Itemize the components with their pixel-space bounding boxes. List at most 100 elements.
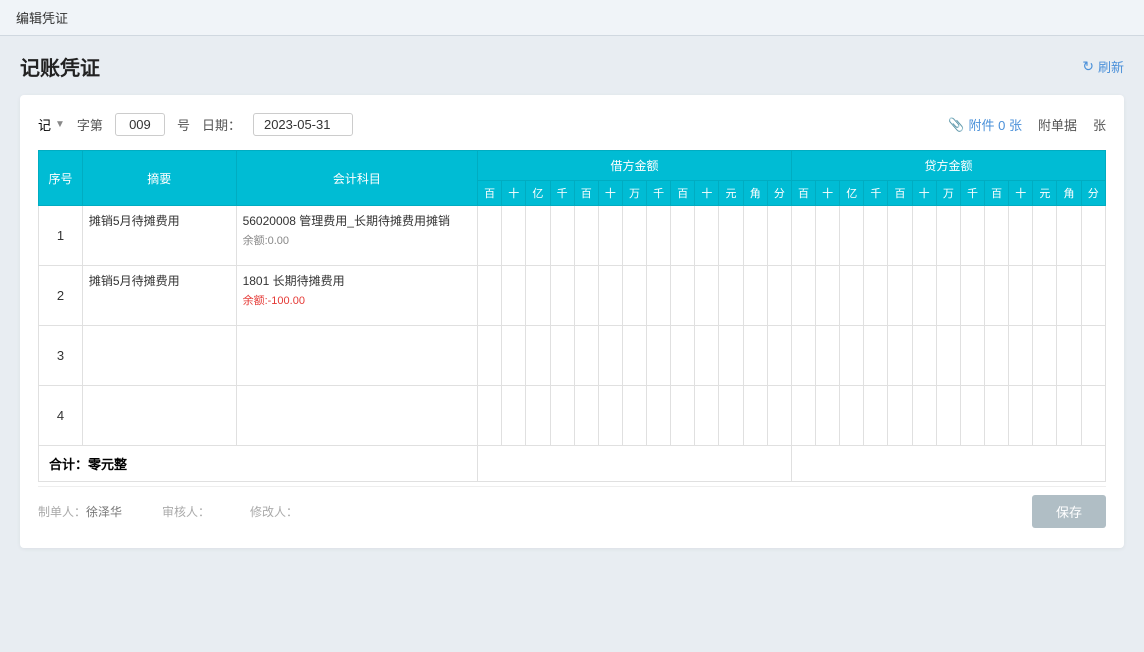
debit-cell-0[interactable] — [478, 266, 502, 326]
debit-cell-10[interactable] — [719, 266, 743, 326]
credit-cell-4[interactable] — [888, 266, 912, 326]
debit-cell-5[interactable] — [598, 386, 622, 446]
credit-cell-11[interactable] — [1057, 386, 1081, 446]
credit-cell-9[interactable] — [1009, 326, 1033, 386]
credit-cell-6[interactable] — [936, 326, 960, 386]
table-row[interactable]: 4 — [39, 386, 1106, 446]
credit-cell-10[interactable] — [1033, 206, 1057, 266]
debit-cell-8[interactable] — [671, 206, 695, 266]
debit-cell-3[interactable] — [550, 326, 574, 386]
credit-cell-9[interactable] — [1009, 386, 1033, 446]
credit-cell-5[interactable] — [912, 266, 936, 326]
debit-cell-11[interactable] — [743, 326, 767, 386]
debit-cell-6[interactable] — [622, 206, 646, 266]
debit-cell-7[interactable] — [647, 326, 671, 386]
credit-cell-8[interactable] — [985, 206, 1009, 266]
debit-cell-4[interactable] — [574, 206, 598, 266]
debit-cell-9[interactable] — [695, 266, 719, 326]
credit-cell-2[interactable] — [840, 266, 864, 326]
row-summary[interactable]: 摊销5月待摊费用 — [82, 266, 236, 326]
debit-cell-3[interactable] — [550, 266, 574, 326]
credit-cell-8[interactable] — [985, 266, 1009, 326]
credit-cell-12[interactable] — [1081, 326, 1105, 386]
credit-cell-7[interactable] — [960, 266, 984, 326]
credit-cell-11[interactable] — [1057, 206, 1081, 266]
credit-cell-9[interactable] — [1009, 206, 1033, 266]
debit-cell-4[interactable] — [574, 326, 598, 386]
debit-cell-1[interactable] — [502, 266, 526, 326]
credit-cell-4[interactable] — [888, 206, 912, 266]
credit-cell-7[interactable] — [960, 386, 984, 446]
credit-cell-0[interactable] — [791, 386, 815, 446]
voucher-number-field[interactable]: 009 — [115, 113, 165, 136]
credit-cell-6[interactable] — [936, 386, 960, 446]
type-select[interactable]: 记 ▼ — [38, 115, 65, 134]
credit-cell-12[interactable] — [1081, 386, 1105, 446]
debit-cell-0[interactable] — [478, 206, 502, 266]
debit-cell-12[interactable] — [767, 206, 791, 266]
row-account[interactable] — [236, 386, 478, 446]
credit-cell-7[interactable] — [960, 326, 984, 386]
debit-cell-2[interactable] — [526, 206, 550, 266]
credit-cell-10[interactable] — [1033, 386, 1057, 446]
credit-cell-2[interactable] — [840, 206, 864, 266]
credit-cell-7[interactable] — [960, 206, 984, 266]
debit-cell-2[interactable] — [526, 266, 550, 326]
debit-cell-9[interactable] — [695, 206, 719, 266]
debit-cell-0[interactable] — [478, 326, 502, 386]
debit-cell-1[interactable] — [502, 386, 526, 446]
credit-cell-1[interactable] — [816, 206, 840, 266]
row-account[interactable] — [236, 326, 478, 386]
debit-cell-7[interactable] — [647, 386, 671, 446]
debit-cell-11[interactable] — [743, 266, 767, 326]
debit-cell-5[interactable] — [598, 266, 622, 326]
debit-cell-12[interactable] — [767, 326, 791, 386]
credit-cell-3[interactable] — [864, 206, 888, 266]
debit-cell-6[interactable] — [622, 326, 646, 386]
debit-cell-4[interactable] — [574, 266, 598, 326]
debit-cell-8[interactable] — [671, 266, 695, 326]
debit-cell-11[interactable] — [743, 206, 767, 266]
row-summary[interactable] — [82, 326, 236, 386]
credit-cell-0[interactable] — [791, 206, 815, 266]
credit-cell-2[interactable] — [840, 326, 864, 386]
save-button[interactable]: 保存 — [1032, 495, 1106, 528]
debit-cell-1[interactable] — [502, 206, 526, 266]
credit-cell-0[interactable] — [791, 326, 815, 386]
credit-cell-12[interactable] — [1081, 206, 1105, 266]
row-account[interactable]: 56020008 管理费用_长期待摊费用摊销余额:0.00 — [236, 206, 478, 266]
debit-cell-12[interactable] — [767, 386, 791, 446]
table-row[interactable]: 3 — [39, 326, 1106, 386]
table-row[interactable]: 2摊销5月待摊费用1801 长期待摊费用余额:-100.00 — [39, 266, 1106, 326]
attachment-link[interactable]: 📎 附件 0 张 — [948, 115, 1022, 134]
credit-cell-0[interactable] — [791, 266, 815, 326]
debit-cell-4[interactable] — [574, 386, 598, 446]
debit-cell-1[interactable] — [502, 326, 526, 386]
debit-cell-10[interactable] — [719, 386, 743, 446]
date-field[interactable]: 2023-05-31 — [253, 113, 353, 136]
credit-cell-6[interactable] — [936, 206, 960, 266]
debit-cell-5[interactable] — [598, 206, 622, 266]
debit-cell-2[interactable] — [526, 326, 550, 386]
refresh-button[interactable]: ↻ 刷新 — [1082, 57, 1124, 76]
credit-cell-9[interactable] — [1009, 266, 1033, 326]
credit-cell-1[interactable] — [816, 266, 840, 326]
credit-cell-1[interactable] — [816, 326, 840, 386]
credit-cell-4[interactable] — [888, 326, 912, 386]
row-summary[interactable]: 摊销5月待摊费用 — [82, 206, 236, 266]
debit-cell-7[interactable] — [647, 266, 671, 326]
debit-cell-6[interactable] — [622, 266, 646, 326]
debit-cell-0[interactable] — [478, 386, 502, 446]
credit-cell-3[interactable] — [864, 386, 888, 446]
debit-cell-12[interactable] — [767, 266, 791, 326]
debit-cell-6[interactable] — [622, 386, 646, 446]
credit-cell-11[interactable] — [1057, 266, 1081, 326]
debit-cell-9[interactable] — [695, 386, 719, 446]
credit-cell-12[interactable] — [1081, 266, 1105, 326]
credit-cell-10[interactable] — [1033, 326, 1057, 386]
credit-cell-2[interactable] — [840, 386, 864, 446]
credit-cell-3[interactable] — [864, 266, 888, 326]
credit-cell-11[interactable] — [1057, 326, 1081, 386]
debit-cell-10[interactable] — [719, 206, 743, 266]
credit-cell-10[interactable] — [1033, 266, 1057, 326]
